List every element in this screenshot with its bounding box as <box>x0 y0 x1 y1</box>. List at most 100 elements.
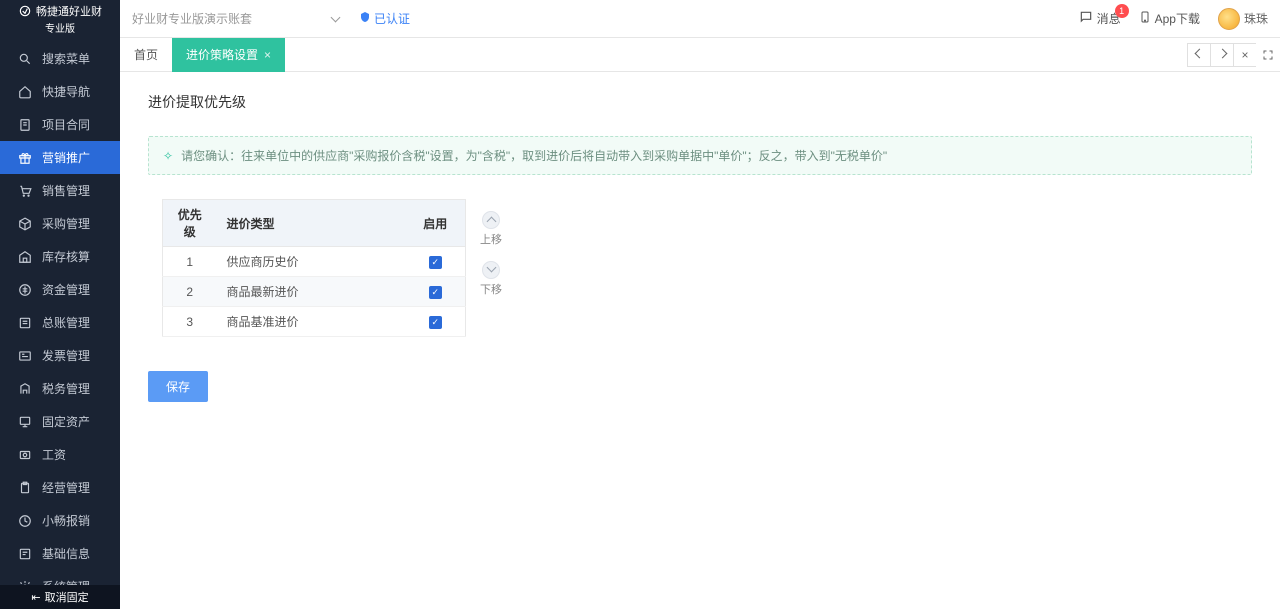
sidebar-item-fixed-assets[interactable]: 固定资产 <box>0 405 120 438</box>
table-row[interactable]: 2 商品最新进价 ✓ <box>163 277 466 307</box>
move-down-button[interactable]: 下移 <box>480 261 502 297</box>
sidebar-item-payroll[interactable]: 工资 <box>0 438 120 471</box>
save-button[interactable]: 保存 <box>148 371 208 402</box>
chevron-up-icon <box>482 211 500 229</box>
contract-icon <box>18 118 32 132</box>
ledger-icon <box>18 316 32 330</box>
priority-table: 优先级 进价类型 启用 1 供应商历史价 ✓ 2 商品最新进价 ✓ 3 <box>162 199 466 337</box>
enable-checkbox[interactable]: ✓ <box>429 286 442 299</box>
move-up-button[interactable]: 上移 <box>480 211 502 247</box>
messages-count-badge: 1 <box>1115 4 1129 18</box>
search-icon <box>18 52 32 66</box>
sidebar-item-sales[interactable]: 销售管理 <box>0 174 120 207</box>
sidebar-item-label: 固定资产 <box>42 413 90 430</box>
reorder-controls: 上移 下移 <box>480 199 502 297</box>
topbar-left: 好业财专业版演示账套 已认证 <box>132 10 410 27</box>
asset-icon <box>18 415 32 429</box>
enable-checkbox[interactable]: ✓ <box>429 256 442 269</box>
pin-icon: ⇤ <box>31 591 40 604</box>
expense-icon <box>18 514 32 528</box>
col-type: 进价类型 <box>217 200 406 247</box>
warehouse-icon <box>18 250 32 264</box>
sidebar-item-invoice[interactable]: 发票管理 <box>0 339 120 372</box>
chevron-left-icon <box>1196 48 1203 62</box>
verified-badge[interactable]: 已认证 <box>359 10 410 27</box>
app-download-button[interactable]: App下载 <box>1139 10 1200 27</box>
tab-label: 首页 <box>134 46 158 63</box>
sidebar-item-tax[interactable]: 税务管理 <box>0 372 120 405</box>
cell-priority: 3 <box>163 307 217 337</box>
sidebar-item-label: 经营管理 <box>42 479 90 496</box>
cell-priority: 2 <box>163 277 217 307</box>
list-icon <box>18 547 32 561</box>
message-icon <box>1079 10 1093 27</box>
tab-label: 进价策略设置 <box>186 46 258 63</box>
sidebar-item-inventory[interactable]: 库存核算 <box>0 240 120 273</box>
topbar-right: 消息 1 App下载 珠珠 <box>1079 8 1268 30</box>
table-row[interactable]: 3 商品基准进价 ✓ <box>163 307 466 337</box>
user-menu[interactable]: 珠珠 <box>1218 8 1268 30</box>
tabbar: 首页 进价策略设置 × × <box>120 38 1280 72</box>
messages-button[interactable]: 消息 1 <box>1079 10 1121 27</box>
tip-box: ✧ 请您确认：往来单位中的供应商"采购报价含税"设置，为"含税"，取到进价后将自… <box>148 136 1252 175</box>
sidebar-item-label: 资金管理 <box>42 281 90 298</box>
sidebar-item-label: 基础信息 <box>42 545 90 562</box>
sidebar-item-purchase[interactable]: 采购管理 <box>0 207 120 240</box>
cell-type: 商品最新进价 <box>217 277 406 307</box>
sidebar-item-operation[interactable]: 经营管理 <box>0 471 120 504</box>
invoice-icon <box>18 349 32 363</box>
sidebar-item-search-menu[interactable]: 搜索菜单 <box>0 42 120 75</box>
move-down-label: 下移 <box>480 281 502 297</box>
nav-list: 搜索菜单 快捷导航 项目合同 营销推广 销售管理 采购管理 库存核算 资金管理 … <box>0 38 120 603</box>
tab-next-button[interactable] <box>1210 43 1234 67</box>
sidebar-item-basic-info[interactable]: 基础信息 <box>0 537 120 570</box>
fullscreen-button[interactable] <box>1256 43 1280 67</box>
sidebar-item-label: 项目合同 <box>42 116 90 133</box>
sidebar-item-label: 快捷导航 <box>42 83 90 100</box>
verified-label: 已认证 <box>374 10 410 27</box>
sidebar-item-label: 发票管理 <box>42 347 90 364</box>
enable-checkbox[interactable]: ✓ <box>429 316 442 329</box>
tax-icon <box>18 382 32 396</box>
home-icon <box>18 85 32 99</box>
tab-home[interactable]: 首页 <box>120 38 172 72</box>
cart-icon <box>18 184 32 198</box>
col-enable: 启用 <box>406 200 466 247</box>
phone-icon <box>1139 10 1151 27</box>
payroll-icon <box>18 448 32 462</box>
avatar <box>1218 8 1240 30</box>
chevron-right-icon <box>1219 48 1226 62</box>
sidebar-item-ledger[interactable]: 总账管理 <box>0 306 120 339</box>
shield-icon <box>359 11 371 26</box>
chevron-down-icon <box>482 261 500 279</box>
unpin-label: 取消固定 <box>45 589 89 605</box>
page-title: 进价提取优先级 <box>148 92 1252 112</box>
sidebar-item-quick-nav[interactable]: 快捷导航 <box>0 75 120 108</box>
sidebar-item-expense[interactable]: 小畅报销 <box>0 504 120 537</box>
sidebar-item-label: 总账管理 <box>42 314 90 331</box>
info-icon: ✧ <box>163 149 173 163</box>
sidebar-item-label: 库存核算 <box>42 248 90 265</box>
topbar: 好业财专业版演示账套 已认证 消息 1 App下载 珠珠 <box>120 0 1280 38</box>
account-select[interactable]: 好业财专业版演示账套 <box>132 10 339 27</box>
logo-icon <box>18 4 32 18</box>
sidebar-item-project-contract[interactable]: 项目合同 <box>0 108 120 141</box>
tab-close-all-button[interactable]: × <box>1233 43 1257 67</box>
move-up-label: 上移 <box>480 231 502 247</box>
tab-price-strategy[interactable]: 进价策略设置 × <box>172 38 285 72</box>
chevron-down-icon <box>332 12 339 26</box>
sidebar-item-label: 小畅报销 <box>42 512 90 529</box>
cell-type: 供应商历史价 <box>217 247 406 277</box>
tab-close-icon[interactable]: × <box>264 48 271 62</box>
brand-name: 畅捷通好业财 <box>36 3 102 19</box>
unpin-button[interactable]: ⇤ 取消固定 <box>0 585 120 609</box>
tab-prev-button[interactable] <box>1187 43 1211 67</box>
cell-type: 商品基准进价 <box>217 307 406 337</box>
table-row[interactable]: 1 供应商历史价 ✓ <box>163 247 466 277</box>
sidebar-item-marketing[interactable]: 营销推广 <box>0 141 120 174</box>
sidebar-item-label: 营销推广 <box>42 149 90 166</box>
account-name: 好业财专业版演示账套 <box>132 10 252 27</box>
sidebar-item-funds[interactable]: 资金管理 <box>0 273 120 306</box>
brand-edition: 专业版 <box>45 20 75 35</box>
sidebar-item-label: 搜索菜单 <box>42 50 90 67</box>
